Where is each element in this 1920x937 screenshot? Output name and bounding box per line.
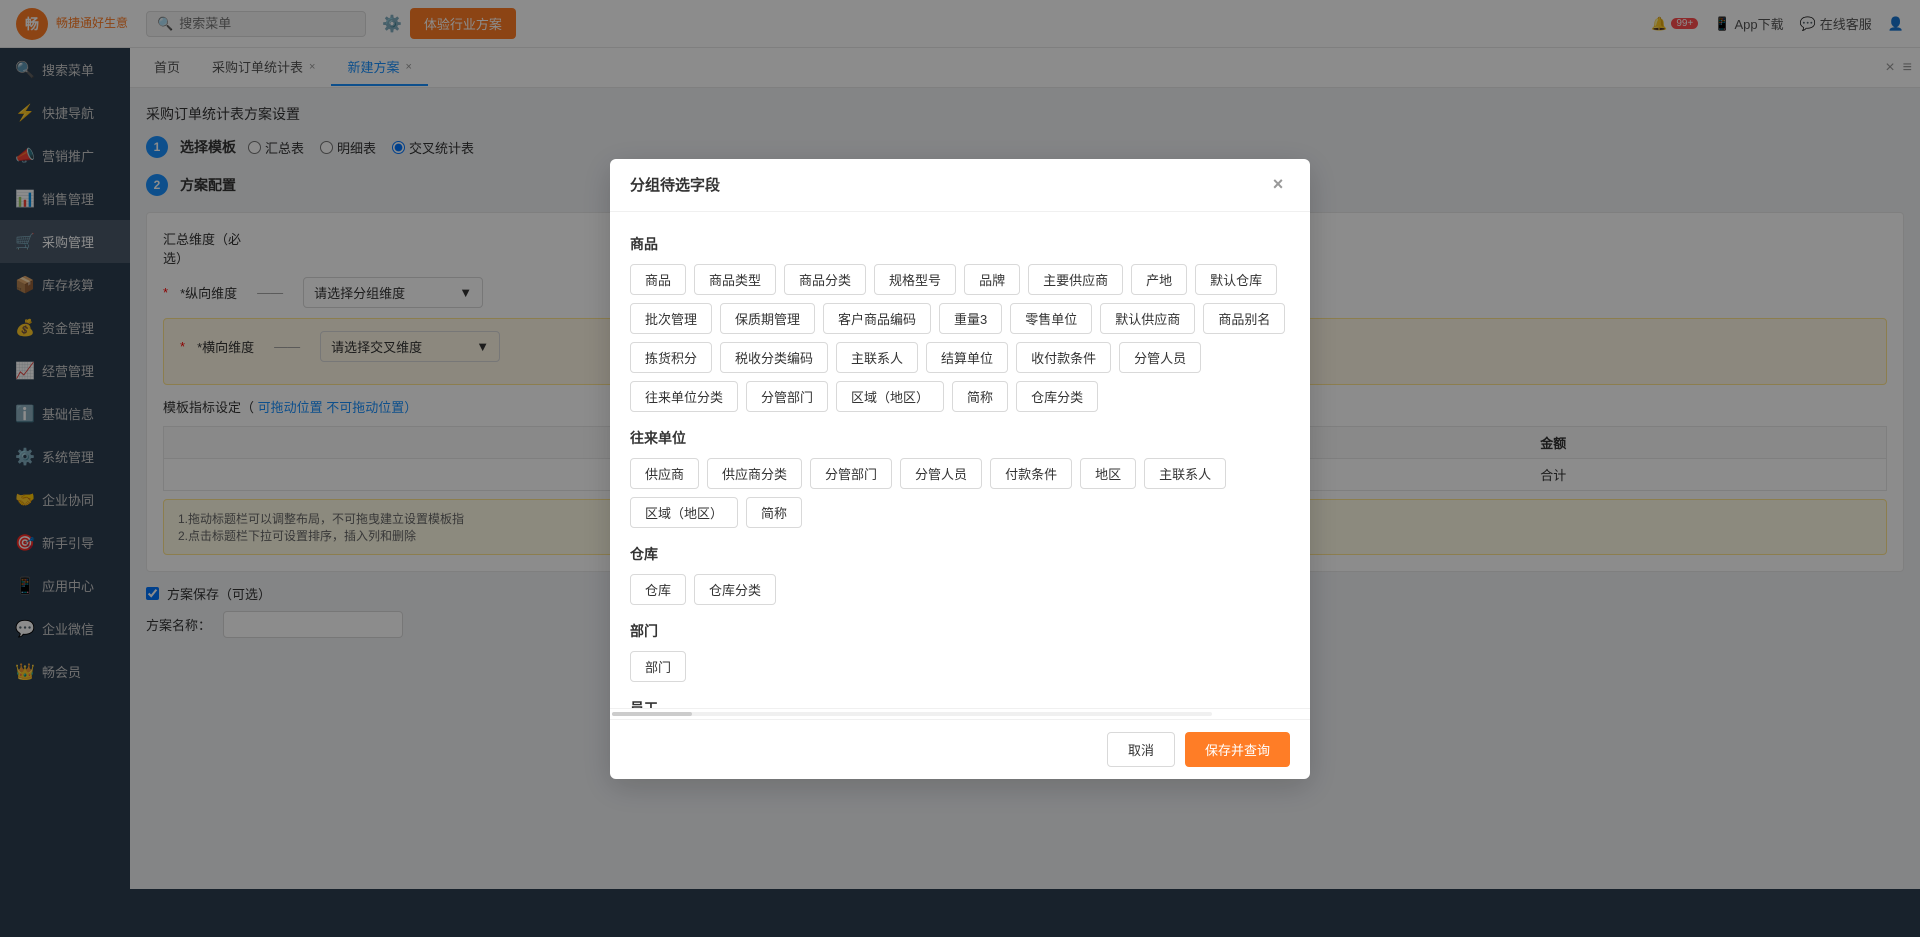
- field-tag-product-19[interactable]: 收付款条件: [1016, 342, 1111, 373]
- field-tag-product-25[interactable]: 仓库分类: [1016, 381, 1098, 412]
- field-tag-product-17[interactable]: 主联系人: [836, 342, 918, 373]
- modal-cancel-button[interactable]: 取消: [1107, 732, 1175, 767]
- field-grid-warehouse: 仓库 仓库分类: [630, 574, 1290, 605]
- modal-header: 分组待选字段 ×: [610, 159, 1310, 212]
- field-tag-warehouse-1[interactable]: 仓库分类: [694, 574, 776, 605]
- field-tag-product-9[interactable]: 保质期管理: [720, 303, 815, 334]
- field-grid-dept: 部门: [630, 651, 1290, 682]
- field-tag-product-6[interactable]: 产地: [1131, 264, 1187, 295]
- field-tag-partner-5[interactable]: 地区: [1080, 458, 1136, 489]
- field-tag-product-18[interactable]: 结算单位: [926, 342, 1008, 373]
- field-tag-product-16[interactable]: 税收分类编码: [720, 342, 828, 373]
- field-grid-partner: 供应商 供应商分类 分管部门 分管人员 付款条件 地区 主联系人 区域（地区） …: [630, 458, 1290, 528]
- field-tag-product-21[interactable]: 往来单位分类: [630, 381, 738, 412]
- section-title-product: 商品: [630, 234, 1290, 254]
- field-tag-product-15[interactable]: 拣货积分: [630, 342, 712, 373]
- modal-confirm-button[interactable]: 保存并查询: [1185, 732, 1290, 767]
- field-tag-product-13[interactable]: 默认供应商: [1100, 303, 1195, 334]
- field-tag-product-12[interactable]: 零售单位: [1010, 303, 1092, 334]
- field-tag-product-0[interactable]: 商品: [630, 264, 686, 295]
- field-tag-partner-1[interactable]: 供应商分类: [707, 458, 802, 489]
- field-tag-dept-0[interactable]: 部门: [630, 651, 686, 682]
- field-tag-partner-6[interactable]: 主联系人: [1144, 458, 1226, 489]
- field-tag-partner-0[interactable]: 供应商: [630, 458, 699, 489]
- field-tag-warehouse-0[interactable]: 仓库: [630, 574, 686, 605]
- field-tag-partner-8[interactable]: 简称: [746, 497, 802, 528]
- field-tag-product-3[interactable]: 规格型号: [874, 264, 956, 295]
- section-title-partner: 往来单位: [630, 428, 1290, 448]
- field-tag-product-14[interactable]: 商品别名: [1203, 303, 1285, 334]
- field-tag-product-24[interactable]: 简称: [952, 381, 1008, 412]
- field-tag-product-1[interactable]: 商品类型: [694, 264, 776, 295]
- field-tag-product-5[interactable]: 主要供应商: [1028, 264, 1123, 295]
- field-tag-product-4[interactable]: 品牌: [964, 264, 1020, 295]
- field-tag-partner-7[interactable]: 区域（地区）: [630, 497, 738, 528]
- modal-title: 分组待选字段: [630, 174, 720, 195]
- field-grid-product: 商品 商品类型 商品分类 规格型号 品牌 主要供应商 产地 默认仓库 批次管理 …: [630, 264, 1290, 412]
- field-tag-partner-2[interactable]: 分管部门: [810, 458, 892, 489]
- field-tag-product-11[interactable]: 重量3: [939, 303, 1002, 334]
- section-title-warehouse: 仓库: [630, 544, 1290, 564]
- field-tag-product-2[interactable]: 商品分类: [784, 264, 866, 295]
- field-tag-product-8[interactable]: 批次管理: [630, 303, 712, 334]
- section-title-employee: 员工: [630, 698, 1290, 709]
- modal-footer: 取消 保存并查询: [610, 719, 1310, 779]
- field-tag-product-22[interactable]: 分管部门: [746, 381, 828, 412]
- field-tag-product-10[interactable]: 客户商品编码: [823, 303, 931, 334]
- field-tag-product-23[interactable]: 区域（地区）: [836, 381, 944, 412]
- modal-body: 商品 商品 商品类型 商品分类 规格型号 品牌 主要供应商 产地 默认仓库 批次…: [610, 212, 1310, 709]
- modal-close-button[interactable]: ×: [1266, 173, 1290, 197]
- section-title-dept: 部门: [630, 621, 1290, 641]
- field-tag-partner-3[interactable]: 分管人员: [900, 458, 982, 489]
- field-tag-product-7[interactable]: 默认仓库: [1195, 264, 1277, 295]
- field-select-modal: 分组待选字段 × 商品 商品 商品类型 商品分类 规格型号 品牌 主要供应商 产…: [610, 159, 1310, 779]
- field-tag-product-20[interactable]: 分管人员: [1119, 342, 1201, 373]
- field-tag-partner-4[interactable]: 付款条件: [990, 458, 1072, 489]
- modal-hscroll[interactable]: [610, 708, 1310, 718]
